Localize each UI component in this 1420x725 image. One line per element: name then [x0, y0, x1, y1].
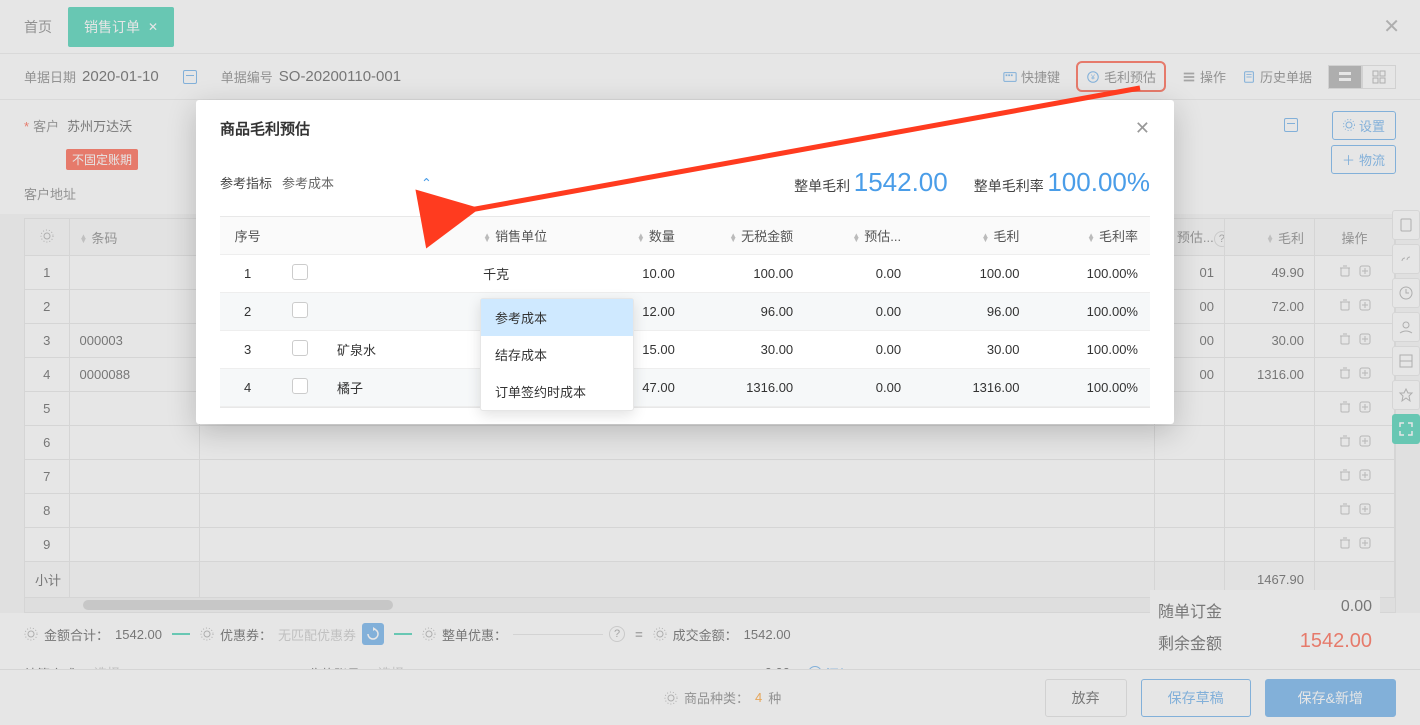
col-check[interactable] — [275, 217, 325, 255]
col-unit[interactable]: ▲▼销售单位 — [471, 217, 579, 255]
cell-rate: 100.00% — [1031, 331, 1150, 369]
col-qty[interactable]: ▲▼数量 — [579, 217, 687, 255]
metric-select[interactable]: 参考成本 ⌄ — [282, 173, 432, 193]
cell-checkbox[interactable] — [275, 255, 325, 293]
col-seq[interactable]: 序号 — [220, 217, 275, 255]
cell-amount: 100.00 — [687, 255, 805, 293]
metric-dropdown: 参考成本 结存成本 订单签约时成本 — [480, 298, 634, 411]
cell-profit: 96.00 — [913, 293, 1031, 331]
table-row[interactable]: 2包12.0096.000.0096.00100.00% — [220, 293, 1150, 331]
cell-pred: 0.00 — [805, 331, 913, 369]
stat-profit-label: 整单毛利 — [794, 178, 850, 194]
stat-rate-label: 整单毛利率 — [974, 178, 1044, 194]
metric-option[interactable]: 订单签约时成本 — [481, 373, 633, 410]
checkbox-icon[interactable] — [292, 340, 308, 356]
cell-amount: 96.00 — [687, 293, 805, 331]
cell-qty: 10.00 — [579, 255, 687, 293]
table-row[interactable]: 4橘子千克47.001316.000.001316.00100.00% — [220, 369, 1150, 407]
cell-name: 橘子 — [325, 369, 471, 407]
col-rate[interactable]: ▲▼毛利率 — [1031, 217, 1150, 255]
metric-option[interactable]: 参考成本 — [481, 299, 633, 336]
cell-rate: 100.00% — [1031, 369, 1150, 407]
cell-pred: 0.00 — [805, 293, 913, 331]
checkbox-icon[interactable] — [292, 302, 308, 318]
metric-option[interactable]: 结存成本 — [481, 336, 633, 373]
cell-seq: 2 — [220, 293, 275, 331]
cell-profit: 100.00 — [913, 255, 1031, 293]
cell-checkbox[interactable] — [275, 293, 325, 331]
metric-value: 参考成本 — [282, 173, 334, 192]
profit-modal: 商品毛利预估 ✕ 参考指标 参考成本 ⌄ 整单毛利 1542.00 整单毛利率 … — [196, 100, 1174, 424]
col-pred[interactable]: ▲▼预估... — [805, 217, 913, 255]
cell-profit: 30.00 — [913, 331, 1031, 369]
cell-name — [325, 293, 471, 331]
table-row[interactable]: 3矿泉水瓶15.0030.000.0030.00100.00% — [220, 331, 1150, 369]
metric-label: 参考指标 — [220, 173, 272, 192]
cell-rate: 100.00% — [1031, 293, 1150, 331]
cell-seq: 1 — [220, 255, 275, 293]
stat-rate-value: 100.00% — [1047, 167, 1150, 197]
cell-amount: 30.00 — [687, 331, 805, 369]
checkbox-icon[interactable] — [292, 264, 308, 280]
col-amount[interactable]: ▲▼无税金额 — [687, 217, 805, 255]
cell-pred: 0.00 — [805, 255, 913, 293]
col-name[interactable] — [325, 217, 471, 255]
cell-pred: 0.00 — [805, 369, 913, 407]
cell-seq: 3 — [220, 331, 275, 369]
cell-unit: 千克 — [471, 255, 579, 293]
modal-title: 商品毛利预估 — [220, 118, 310, 139]
close-icon[interactable]: ✕ — [1135, 118, 1150, 139]
cell-profit: 1316.00 — [913, 369, 1031, 407]
stat-profit-value: 1542.00 — [854, 167, 948, 197]
checkbox-icon[interactable] — [292, 378, 308, 394]
chevron-up-icon: ⌄ — [421, 174, 432, 190]
cell-rate: 100.00% — [1031, 255, 1150, 293]
modal-table: 序号 ▲▼销售单位 ▲▼数量 ▲▼无税金额 ▲▼预估... ▲▼毛利 ▲▼毛利率… — [220, 216, 1150, 408]
cell-checkbox[interactable] — [275, 331, 325, 369]
col-profit[interactable]: ▲▼毛利 — [913, 217, 1031, 255]
table-row[interactable]: 1千克10.00100.000.00100.00100.00% — [220, 255, 1150, 293]
cell-amount: 1316.00 — [687, 369, 805, 407]
cell-name: 矿泉水 — [325, 331, 471, 369]
cell-seq: 4 — [220, 369, 275, 407]
cell-checkbox[interactable] — [275, 369, 325, 407]
cell-name — [325, 255, 471, 293]
